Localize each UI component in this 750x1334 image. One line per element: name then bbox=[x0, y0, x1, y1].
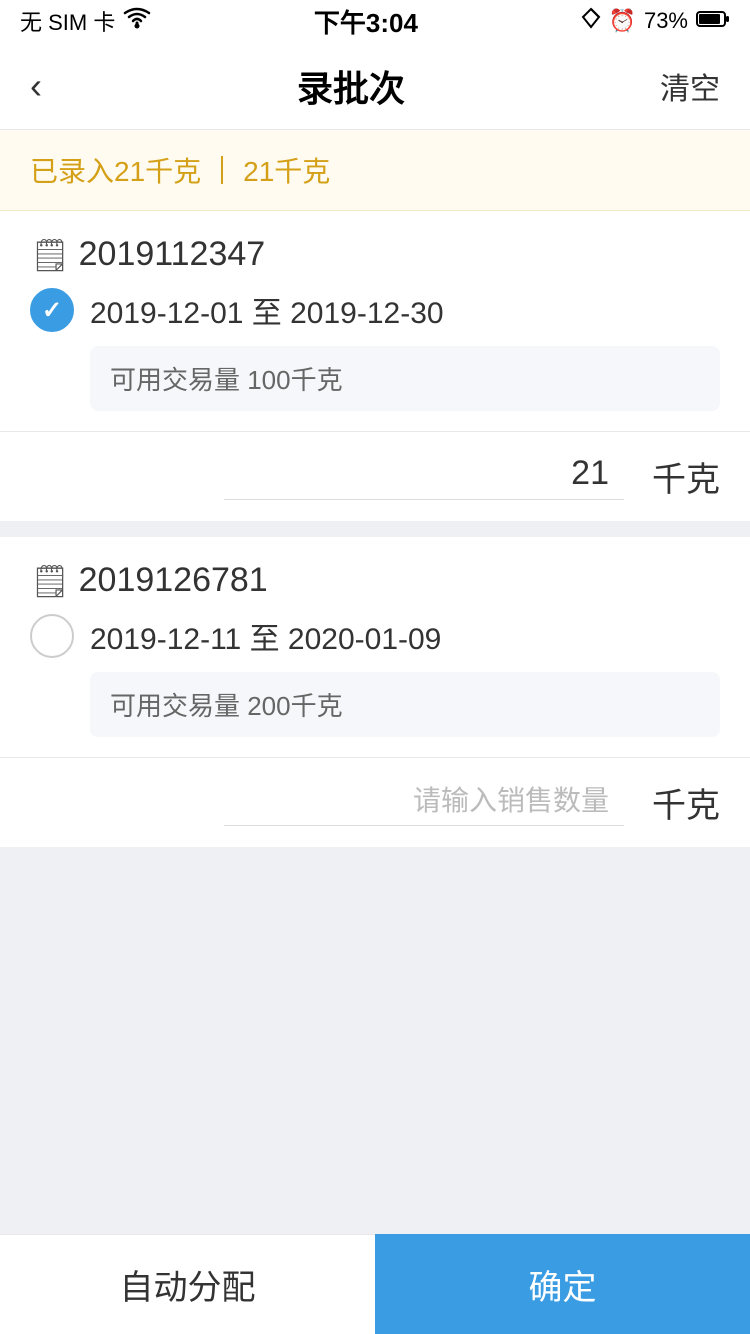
batch-id-2: 2019126781 bbox=[79, 561, 268, 600]
alarm-icon: ⏰ bbox=[609, 8, 636, 34]
qty-input-line-2 bbox=[224, 780, 624, 826]
status-time: 下午3:04 bbox=[314, 3, 418, 40]
batch-id-1: 2019112347 bbox=[79, 235, 266, 274]
battery-icon bbox=[696, 8, 730, 34]
batch-item-1: 🗒 2019112347 2019-12-01 至 2019-12-30 可用交… bbox=[0, 211, 750, 431]
sim-status: 无 SIM 卡 bbox=[20, 5, 115, 37]
batch-date-2: 2019-12-11 至 2020-01-09 bbox=[90, 614, 441, 658]
location-icon bbox=[581, 7, 601, 35]
info-banner: 已录入21千克 21千克 bbox=[0, 130, 750, 211]
batch-qty-text-2: 可用交易量 200千克 bbox=[110, 691, 343, 721]
nav-bar: ‹ 录批次 清空 bbox=[0, 42, 750, 130]
batch-date-row-1: 2019-12-01 至 2019-12-30 bbox=[30, 288, 720, 332]
recorded-label: 已录入21千克 bbox=[30, 150, 201, 190]
batch-qty-box-2: 可用交易量 200千克 bbox=[90, 672, 720, 737]
batch-date-1: 2019-12-01 至 2019-12-30 bbox=[90, 288, 444, 332]
back-button[interactable]: ‹ bbox=[30, 65, 42, 107]
battery-percent: 73% bbox=[644, 8, 688, 34]
batch-header-2: 🗒 2019126781 bbox=[30, 561, 720, 600]
content-wrapper: 已录入21千克 21千克 🗒 2019112347 2019-12-01 至 2… bbox=[0, 130, 750, 1327]
batch-radio-2[interactable] bbox=[30, 614, 74, 658]
status-bar: 无 SIM 卡 下午3:04 ⏰ 73% bbox=[0, 0, 750, 42]
banner-divider bbox=[221, 156, 223, 184]
batch-doc-icon-1: 🗒 bbox=[30, 236, 71, 274]
page-title: 录批次 bbox=[297, 60, 405, 112]
batch-item-2: 🗒 2019126781 2019-12-11 至 2020-01-09 可用交… bbox=[0, 537, 750, 757]
input-row-1: 千克 bbox=[0, 431, 750, 521]
clear-button[interactable]: 清空 bbox=[660, 64, 720, 108]
batch-doc-icon-2: 🗒 bbox=[30, 562, 71, 600]
input-row-2: 千克 bbox=[0, 757, 750, 847]
unit-label-2: 千克 bbox=[652, 778, 720, 827]
qty-input-2[interactable] bbox=[224, 780, 624, 819]
qty-input-1[interactable] bbox=[224, 454, 624, 493]
status-right: ⏰ 73% bbox=[581, 7, 730, 35]
batch-date-row-2: 2019-12-11 至 2020-01-09 bbox=[30, 614, 720, 658]
section-separator bbox=[0, 521, 750, 537]
status-left: 无 SIM 卡 bbox=[20, 5, 151, 37]
batch-qty-text-1: 可用交易量 100千克 bbox=[110, 365, 343, 395]
recorded-value: 21千克 bbox=[243, 150, 330, 190]
batch-header-1: 🗒 2019112347 bbox=[30, 235, 720, 274]
confirm-button[interactable]: 确定 bbox=[375, 1234, 750, 1334]
unit-label-1: 千克 bbox=[652, 452, 720, 501]
wifi-icon bbox=[123, 7, 151, 35]
batch-qty-box-1: 可用交易量 100千克 bbox=[90, 346, 720, 411]
batch-radio-1[interactable] bbox=[30, 288, 74, 332]
qty-input-line-1 bbox=[224, 454, 624, 500]
auto-distribute-button[interactable]: 自动分配 bbox=[0, 1234, 375, 1334]
bottom-bar: 自动分配 确定 bbox=[0, 1234, 750, 1334]
